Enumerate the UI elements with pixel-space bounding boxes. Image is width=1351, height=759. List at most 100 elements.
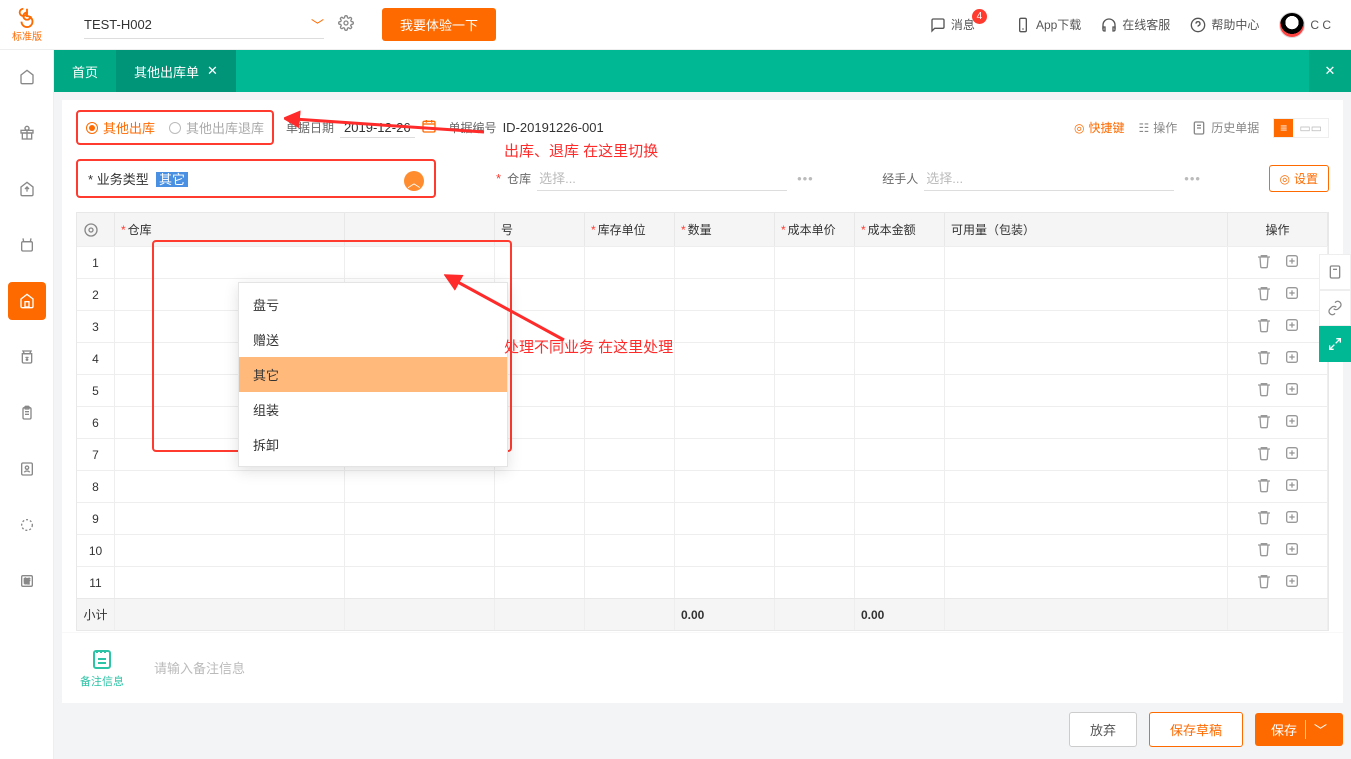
option-assemble[interactable]: 组装 [239, 392, 507, 427]
nav-money-icon[interactable] [8, 338, 46, 376]
trial-button[interactable]: 我要体验一下 [382, 8, 496, 41]
user-menu[interactable]: C C [1279, 12, 1331, 38]
history-link[interactable]: 历史单据 [1191, 119, 1259, 136]
more-icon[interactable]: ••• [1184, 171, 1201, 186]
app-download-link[interactable]: App下载 [1015, 16, 1081, 33]
right-rail [1319, 254, 1351, 362]
add-row-icon[interactable] [1284, 477, 1300, 496]
delete-row-icon[interactable] [1256, 317, 1272, 336]
col-cost: *成本单价 [775, 213, 855, 246]
rail-note-icon[interactable] [1319, 254, 1351, 290]
calendar-icon [421, 118, 437, 137]
col-code: 号 [495, 213, 585, 246]
operations-link[interactable]: ☷ 操作 [1139, 119, 1178, 136]
add-row-icon[interactable] [1284, 413, 1300, 432]
col-qty: *数量 [675, 213, 775, 246]
col-product: * [345, 213, 495, 246]
table-row[interactable]: 8 [77, 470, 1328, 502]
delete-row-icon[interactable] [1256, 477, 1272, 496]
nav-clipboard-icon[interactable] [8, 394, 46, 432]
col-available: 可用量（包装） [945, 213, 1228, 246]
bill-date-field[interactable]: 单据日期 2019-12-26 [286, 118, 437, 138]
add-row-icon[interactable] [1284, 445, 1300, 464]
add-row-icon[interactable] [1284, 381, 1300, 400]
add-row-icon[interactable] [1284, 285, 1300, 304]
delete-row-icon[interactable] [1256, 253, 1272, 272]
delete-row-icon[interactable] [1256, 349, 1272, 368]
subtotal-label: 小计 [77, 599, 115, 630]
nav-bag-icon[interactable] [8, 226, 46, 264]
rail-expand-icon[interactable] [1319, 326, 1351, 362]
gear-icon[interactable] [338, 15, 354, 34]
tab-home[interactable]: 首页 [54, 50, 116, 92]
warehouse-select[interactable]: *仓库 ••• [496, 167, 882, 191]
nav-gift-icon[interactable] [8, 114, 46, 152]
org-selector[interactable]: TEST-H002 ﹀ [84, 11, 324, 39]
close-icon[interactable]: ✕ [207, 63, 218, 79]
nav-inventory-icon[interactable] [8, 282, 46, 320]
close-all-tabs[interactable]: ✕ [1309, 50, 1351, 92]
remark-icon: 备注信息 [80, 647, 124, 689]
list-view-icon: ≡ [1274, 119, 1293, 137]
option-gift[interactable]: 赠送 [239, 322, 507, 357]
radio-return[interactable]: 其他出库退库 [169, 118, 264, 137]
footer-actions: 放弃 保存草稿 保存﹀ [62, 707, 1343, 751]
radio-outbound[interactable]: 其他出库 [86, 118, 155, 137]
brand-logo: 标准版 [0, 6, 54, 43]
settings-button[interactable]: ◎ 设置 [1269, 165, 1330, 192]
chevron-down-icon: ﹀ [311, 15, 324, 34]
layout-toggle[interactable]: ≡ ▭▭ [1273, 118, 1329, 138]
option-disassemble[interactable]: 拆卸 [239, 427, 507, 462]
delete-row-icon[interactable] [1256, 573, 1272, 592]
business-type-select[interactable]: * 业务类型 其它 ︿ [76, 159, 436, 198]
radio-off-icon [169, 122, 181, 134]
add-row-icon[interactable] [1284, 541, 1300, 560]
nav-process-icon[interactable] [8, 506, 46, 544]
messages-link[interactable]: 消息 4 [930, 16, 995, 33]
nav-contacts-icon[interactable] [8, 450, 46, 488]
table-row[interactable]: 10 [77, 534, 1328, 566]
add-row-icon[interactable] [1284, 317, 1300, 336]
option-other[interactable]: 其它 [239, 357, 507, 392]
subtotal-amount: 0.00 [855, 599, 945, 630]
subtotal-qty: 0.00 [675, 599, 775, 630]
delete-row-icon[interactable] [1256, 541, 1272, 560]
top-header: 标准版 TEST-H002 ﹀ 我要体验一下 消息 4 App下载 在线客服 [0, 0, 1351, 50]
add-row-icon[interactable] [1284, 573, 1300, 592]
svg-text:新: 新 [23, 578, 29, 586]
help-link[interactable]: 帮助中心 [1190, 16, 1259, 33]
table-row[interactable]: 9 [77, 502, 1328, 534]
chevron-up-icon: ︿ [404, 171, 424, 191]
remark-input[interactable] [154, 661, 1325, 676]
rail-link-icon[interactable] [1319, 290, 1351, 326]
business-type-value: 其它 [156, 172, 188, 187]
support-link[interactable]: 在线客服 [1101, 16, 1170, 33]
discard-button[interactable]: 放弃 [1069, 712, 1137, 747]
avatar [1279, 12, 1305, 38]
tab-other-outbound[interactable]: 其他出库单 ✕ [116, 50, 236, 92]
delete-row-icon[interactable] [1256, 413, 1272, 432]
outbound-type-radio-group: 其他出库 其他出库退库 [76, 110, 274, 145]
save-draft-button[interactable]: 保存草稿 [1149, 712, 1243, 747]
add-row-icon[interactable] [1284, 253, 1300, 272]
table-row[interactable]: 1 [77, 246, 1328, 278]
add-row-icon[interactable] [1284, 349, 1300, 368]
delete-row-icon[interactable] [1256, 285, 1272, 304]
col-ops: 操作 [1228, 213, 1328, 246]
delete-row-icon[interactable] [1256, 509, 1272, 528]
shortcut-link[interactable]: ◎ 快捷键 [1074, 119, 1125, 136]
col-amount: *成本金额 [855, 213, 945, 246]
option-shortage[interactable]: 盘亏 [239, 287, 507, 322]
nav-home-icon[interactable] [8, 58, 46, 96]
save-button[interactable]: 保存﹀ [1255, 713, 1343, 746]
table-row[interactable]: 11 [77, 566, 1328, 598]
delete-row-icon[interactable] [1256, 445, 1272, 464]
col-config-icon[interactable] [77, 213, 115, 246]
nav-new-icon[interactable]: 新 [8, 562, 46, 600]
delete-row-icon[interactable] [1256, 381, 1272, 400]
more-icon[interactable]: ••• [797, 171, 814, 186]
left-sidebar: 新 [0, 50, 54, 759]
nav-upload-icon[interactable] [8, 170, 46, 208]
add-row-icon[interactable] [1284, 509, 1300, 528]
handler-select[interactable]: 经手人 ••• [882, 167, 1268, 191]
